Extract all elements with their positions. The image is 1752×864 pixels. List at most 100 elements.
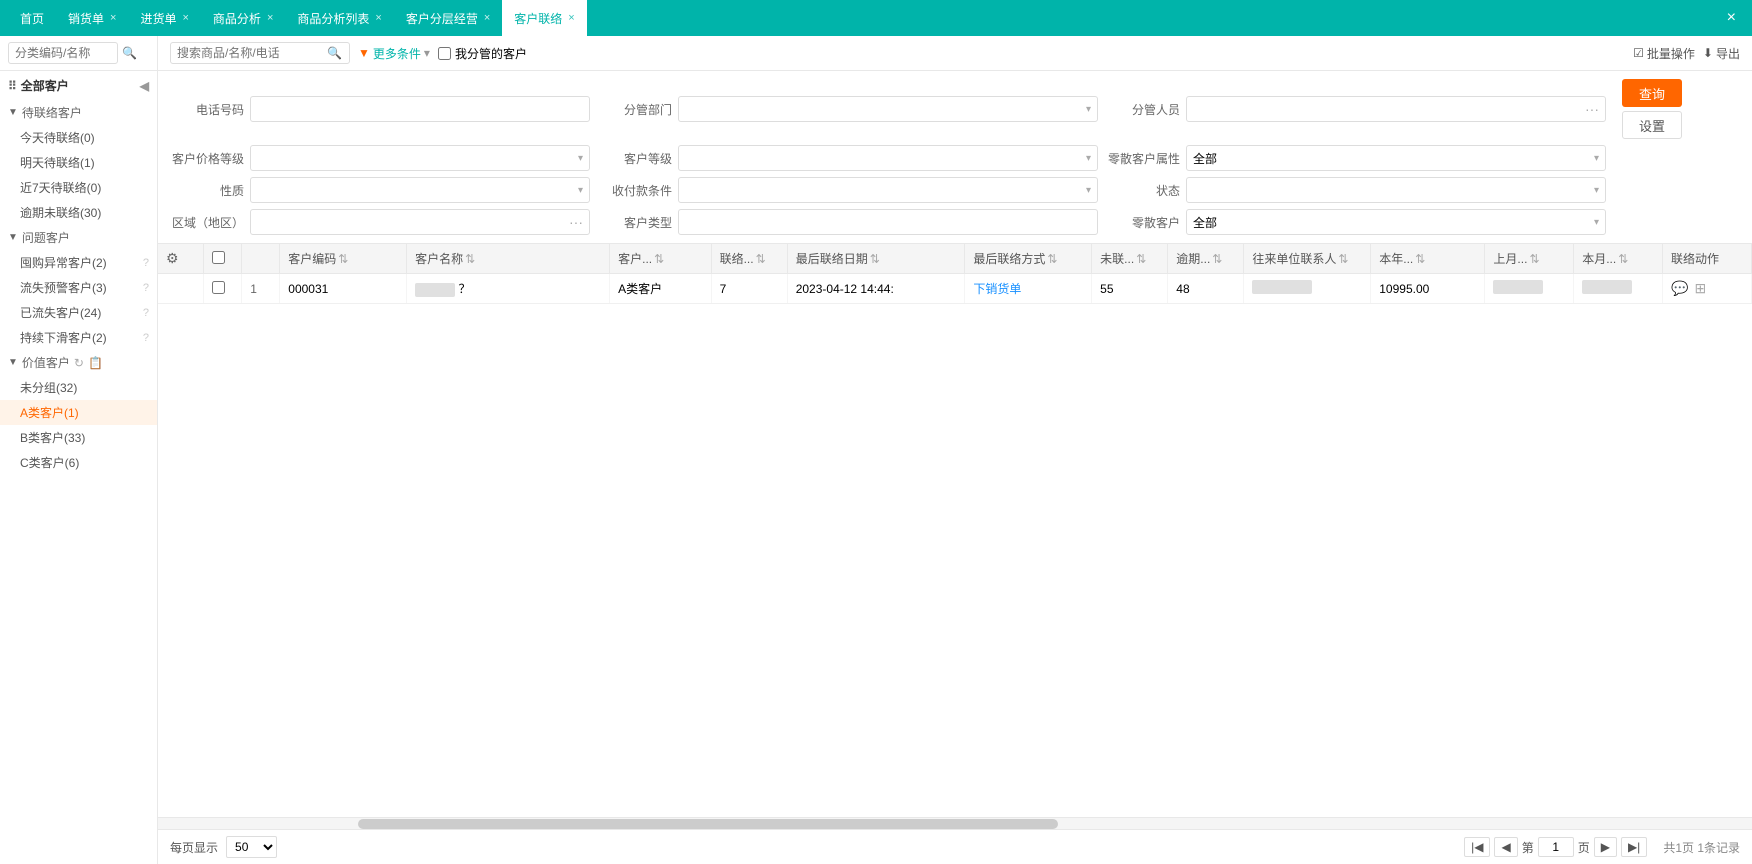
help-icon-4[interactable]: ? — [143, 332, 149, 344]
last-contact-method-link[interactable]: 下销货单 — [973, 282, 1021, 296]
retail-attr-field: 零散客户属性 全部 ▾ — [1106, 145, 1606, 171]
status-label: 状态 — [1106, 182, 1186, 199]
sidebar-item-class-a[interactable]: A类客户(1) — [0, 400, 157, 425]
type-header[interactable]: 客户...⇅ — [610, 244, 711, 274]
horizontal-scrollbar[interactable] — [158, 817, 1752, 829]
retail-customer-field: 零散客户 全部 ▾ — [1106, 209, 1606, 235]
close-sales-order-icon[interactable]: × — [110, 12, 116, 24]
sidebar-item-class-b[interactable]: B类客户(33) — [0, 425, 157, 450]
all-customers-header[interactable]: ⠿ 全部客户 ◀ — [0, 71, 157, 100]
gear-icon[interactable]: ⚙ — [166, 250, 179, 266]
nature-select[interactable]: ▾ — [250, 177, 590, 203]
sidebar-item-churn-warning[interactable]: 流失预警客户(3) ? — [0, 275, 157, 300]
sidebar-item-overdue-contact[interactable]: 逾期未联络(30) — [0, 200, 157, 225]
row-check-cell[interactable] — [204, 274, 242, 304]
next-page-button[interactable]: ▶ — [1594, 837, 1617, 857]
price-tier-arrow: ▾ — [578, 153, 583, 164]
select-all-checkbox[interactable] — [212, 251, 225, 264]
my-customers-check[interactable] — [438, 47, 451, 60]
prev-page-button[interactable]: ◀ — [1494, 837, 1517, 857]
page-input[interactable] — [1538, 837, 1574, 857]
group-pending-contact[interactable]: ▼ 待联络客户 — [0, 100, 157, 125]
customer-type-select[interactable] — [678, 209, 1098, 235]
no-contact-header[interactable]: 未联...⇅ — [1092, 244, 1168, 274]
row-checkbox[interactable] — [212, 281, 225, 294]
retail-customer-select[interactable]: 全部 ▾ — [1186, 209, 1606, 235]
retail-attr-arrow: ▾ — [1594, 153, 1599, 164]
sidebar-item-today-pending[interactable]: 今天待联络(0) — [0, 125, 157, 150]
sidebar-item-hoarding[interactable]: 囤购异常客户(2) ? — [0, 250, 157, 275]
customer-type-label: 客户类型 — [598, 214, 678, 231]
payment-select[interactable]: ▾ — [678, 177, 1098, 203]
filter-icon: ▼ — [358, 46, 370, 60]
main-search-icon[interactable]: 🔍 — [327, 46, 342, 60]
last-contact-date-header[interactable]: 最后联络日期⇅ — [787, 244, 965, 274]
nav-product-analysis[interactable]: 商品分析 × — [201, 0, 285, 36]
nav-home[interactable]: 首页 — [8, 0, 56, 36]
close-purchase-order-icon[interactable]: × — [182, 12, 188, 24]
close-customer-contact-icon[interactable]: × — [568, 12, 574, 24]
contact-header[interactable]: 联络...⇅ — [711, 244, 787, 274]
phone-input[interactable] — [250, 96, 590, 122]
nav-customer-tier[interactable]: 客户分层经营 × — [394, 0, 502, 36]
group-problem-customers[interactable]: ▼ 问题客户 — [0, 225, 157, 250]
sidebar-search-input[interactable] — [8, 42, 118, 64]
more-filters-button[interactable]: ▼ 更多条件 ▾ — [358, 45, 430, 62]
sidebar-item-declining[interactable]: 持续下滑客户(2) ? — [0, 325, 157, 350]
filter-row-4: 区域（地区） ··· 客户类型 零散客户 全部 ▾ — [170, 209, 1740, 235]
manager-select[interactable]: ··· — [1186, 96, 1606, 122]
nav-customer-contact[interactable]: 客户联络 × — [502, 0, 586, 36]
sidebar-item-churned[interactable]: 已流失客户(24) ? — [0, 300, 157, 325]
sidebar-search-icon[interactable]: 🔍 — [122, 46, 137, 60]
per-page-select[interactable]: 50 100 200 — [226, 836, 277, 858]
customer-tier-select[interactable]: ▾ — [678, 145, 1098, 171]
my-customers-checkbox[interactable]: 我分管的客户 — [438, 45, 527, 62]
overdue-header[interactable]: 逾期...⇅ — [1168, 244, 1244, 274]
refresh-icon[interactable]: ↻ — [74, 356, 84, 370]
message-icon[interactable]: 💬 — [1671, 280, 1688, 297]
nav-purchase-order[interactable]: 进货单 × — [128, 0, 200, 36]
sidebar-item-class-c[interactable]: C类客户(6) — [0, 450, 157, 475]
close-product-analysis-icon[interactable]: × — [267, 12, 273, 24]
sidebar-item-unclassified[interactable]: 未分组(32) — [0, 375, 157, 400]
first-page-button[interactable]: |◀ — [1464, 837, 1490, 857]
retail-attr-select[interactable]: 全部 ▾ — [1186, 145, 1606, 171]
nav-product-analysis-list[interactable]: 商品分析列表 × — [285, 0, 393, 36]
code-header[interactable]: 客户编码⇅ — [280, 244, 407, 274]
scrollbar-thumb[interactable] — [358, 819, 1058, 829]
help-icon-3[interactable]: ? — [143, 307, 149, 319]
help-icon-2[interactable]: ? — [143, 282, 149, 294]
close-product-analysis-list-icon[interactable]: × — [375, 12, 381, 24]
this-month-header[interactable]: 本月...⇅ — [1574, 244, 1663, 274]
retail-attr-label: 零散客户属性 — [1106, 150, 1186, 167]
year-amount-header[interactable]: 本年...⇅ — [1371, 244, 1485, 274]
last-page-button[interactable]: ▶| — [1621, 837, 1647, 857]
qr-icon[interactable]: ⊞ — [1694, 280, 1706, 297]
last-contact-method-header[interactable]: 最后联络方式⇅ — [965, 244, 1092, 274]
window-close-button[interactable]: × — [1719, 9, 1744, 27]
batch-ops-button[interactable]: ☑ 批量操作 — [1633, 45, 1695, 62]
nav-sales-order[interactable]: 销货单 × — [56, 0, 128, 36]
settings-button[interactable]: 设置 — [1622, 111, 1682, 139]
unit-contact-header[interactable]: 往来单位联系人⇅ — [1244, 244, 1371, 274]
sidebar-item-tomorrow-pending[interactable]: 明天待联络(1) — [0, 150, 157, 175]
table-check-header[interactable] — [204, 244, 242, 274]
close-customer-tier-icon[interactable]: × — [484, 12, 490, 24]
help-icon[interactable]: ? — [143, 257, 149, 269]
price-tier-select[interactable]: ▾ — [250, 145, 590, 171]
group-value-customers[interactable]: ▼ 价值客户 ↻ 📋 — [0, 350, 157, 375]
query-button[interactable]: 查询 — [1622, 79, 1682, 107]
export-button[interactable]: ⬇ 导出 — [1703, 45, 1740, 62]
status-select[interactable]: ▾ — [1186, 177, 1606, 203]
main-search-input[interactable] — [177, 46, 327, 60]
name-header[interactable]: 客户名称⇅ — [407, 244, 610, 274]
row-name-cell: ？ — [407, 274, 610, 304]
region-select[interactable]: ··· — [250, 209, 590, 235]
page-label: 第 — [1522, 839, 1534, 856]
dept-select[interactable]: ▾ — [678, 96, 1098, 122]
table-settings-header[interactable]: ⚙ — [158, 244, 204, 274]
sidebar-item-7days-pending[interactable]: 近7天待联络(0) — [0, 175, 157, 200]
collapse-sidebar-icon[interactable]: ◀ — [140, 79, 149, 93]
edit-group-icon[interactable]: 📋 — [88, 356, 103, 370]
last-month-header[interactable]: 上月...⇅ — [1485, 244, 1574, 274]
